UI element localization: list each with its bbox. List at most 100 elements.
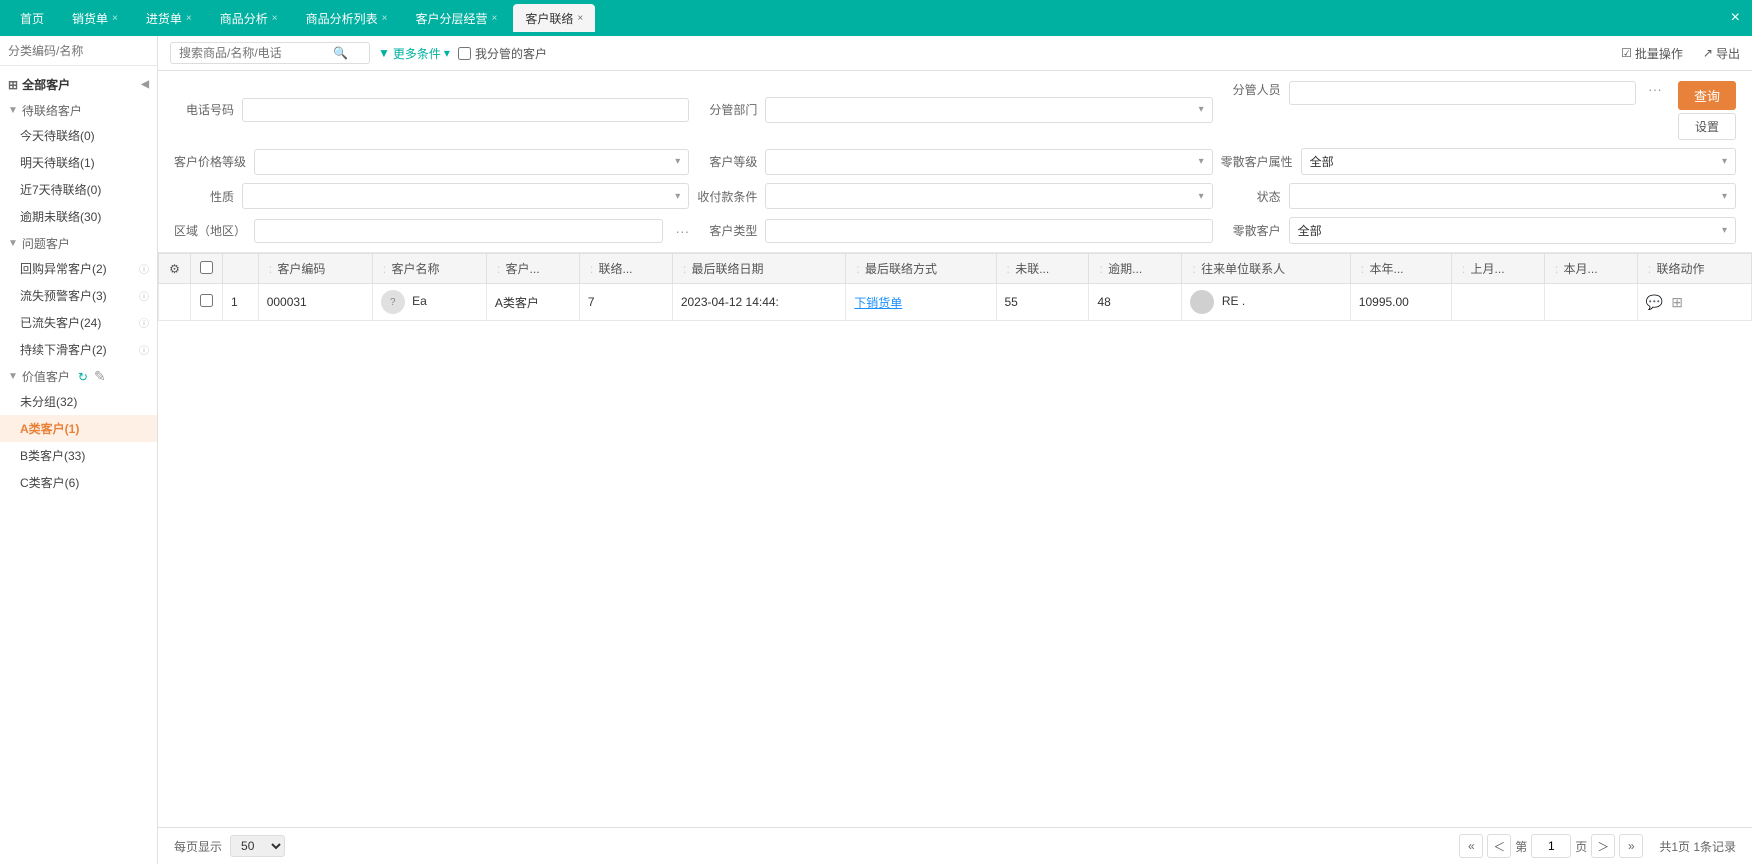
tab-goods-list-close[interactable]: × (382, 13, 388, 24)
select-retail-attr[interactable]: 全部 ▾ (1301, 148, 1736, 175)
tab-sales-close[interactable]: × (112, 13, 118, 24)
th-last-contact-date[interactable]: : 最后联络日期 (672, 254, 845, 284)
label-price-level: 客户价格等级 (174, 153, 246, 170)
info-icon-3[interactable]: ⓘ (139, 315, 149, 330)
th-type[interactable]: : 客户... (486, 254, 579, 284)
more-conditions-button[interactable]: ▼ 更多条件 ▾ (378, 45, 450, 62)
per-page-select[interactable]: 50 20 100 (230, 835, 285, 857)
query-button[interactable]: 查询 (1678, 81, 1736, 110)
info-icon-2[interactable]: ⓘ (139, 288, 149, 303)
export-button[interactable]: ↗ 导出 (1703, 45, 1740, 62)
sidebar-item-ungrouped-label: 未分组(32) (20, 393, 77, 410)
last-page-button[interactable]: » (1619, 834, 1643, 858)
page-input[interactable] (1531, 834, 1571, 858)
group-problem-customers[interactable]: ▼ 问题客户 (0, 230, 157, 255)
filter-row-1-col-1: 电话号码 (174, 79, 689, 140)
th-contact-action[interactable]: : 联络动作 (1637, 254, 1751, 284)
input-person[interactable] (1289, 81, 1636, 105)
filter-search-input[interactable] (179, 46, 329, 60)
th-last-contact-method[interactable]: : 最后联络方式 (846, 254, 996, 284)
filter-search-icon[interactable]: 🔍 (333, 46, 348, 60)
close-all-button[interactable]: × (1727, 5, 1744, 31)
table-header-row: ⚙ : 客户编码 : 客户名称 : 客户... : 联络... : 最后联络日期… (159, 254, 1752, 284)
select-customer-level[interactable]: ▾ (765, 149, 1212, 175)
td-checkbox[interactable] (191, 284, 223, 321)
filter-row-3-col-2: 收付款条件 ▾ (697, 183, 1212, 209)
all-customers-header[interactable]: ⊞ 全部客户 ◀ (0, 70, 157, 97)
select-price-level[interactable]: ▾ (254, 149, 689, 175)
sidebar-item-7days-contact[interactable]: 近7天待联络(0) (0, 176, 157, 203)
sidebar-item-lost-warning[interactable]: 流失预警客户(3) ⓘ (0, 282, 157, 309)
th-code[interactable]: : 客户编码 (258, 254, 372, 284)
tab-home[interactable]: 首页 (8, 4, 56, 32)
first-page-button[interactable]: « (1459, 834, 1483, 858)
page-of-label: 页 (1575, 838, 1587, 855)
sidebar-search-input[interactable] (8, 44, 158, 58)
select-retail-customer[interactable]: 全部 ▾ (1289, 217, 1736, 244)
sidebar-item-lost-customers[interactable]: 已流失客户(24) ⓘ (0, 309, 157, 336)
th-settings[interactable]: ⚙ (159, 254, 191, 284)
td-last-method[interactable]: 下销货单 (846, 284, 996, 321)
my-customer-checkbox[interactable]: 我分管的客户 (458, 45, 547, 62)
sidebar-item-today-contact[interactable]: 今天待联络(0) (0, 122, 157, 149)
th-no-contact[interactable]: : 未联... (996, 254, 1089, 284)
grid-action-icon[interactable]: ⊞ (1671, 294, 1683, 311)
tab-purchase-close[interactable]: × (186, 13, 192, 24)
prev-page-button[interactable]: ＜ (1487, 834, 1511, 858)
select-status[interactable]: ▾ (1289, 183, 1736, 209)
tab-purchase[interactable]: 进货单 × (134, 4, 204, 32)
sidebar-item-a-class[interactable]: A类客户(1) (0, 415, 157, 442)
filter-search-box: 🔍 (170, 42, 370, 64)
info-icon-4[interactable]: ⓘ (139, 342, 149, 357)
info-icon-1[interactable]: ⓘ (139, 261, 149, 276)
tab-goods-analysis-close[interactable]: × (272, 13, 278, 24)
filter-row-4-col-1: 区域（地区） ··· (174, 217, 689, 244)
sidebar-item-repurchase-abnormal[interactable]: 回购异常客户(2) ⓘ (0, 255, 157, 282)
group-pending-contact[interactable]: ▼ 待联络客户 (0, 97, 157, 122)
tab-customer-contact-close[interactable]: × (577, 13, 583, 24)
tab-customer-contact[interactable]: 客户联络 × (513, 4, 595, 32)
last-method-link[interactable]: 下销货单 (854, 296, 902, 310)
tab-customer-tier-close[interactable]: × (491, 13, 497, 24)
th-unit-contact[interactable]: : 往来单位联系人 (1182, 254, 1350, 284)
th-contact[interactable]: : 联络... (579, 254, 672, 284)
tab-sales[interactable]: 销货单 × (60, 4, 130, 32)
select-all-checkbox[interactable] (200, 261, 213, 274)
edit-icon[interactable]: ✎ (94, 368, 106, 385)
input-customer-type[interactable] (765, 219, 1212, 243)
tab-goods-analysis[interactable]: 商品分析 × (208, 4, 290, 32)
th-checkbox[interactable] (191, 254, 223, 284)
batch-operation-button[interactable]: ☑ 批量操作 (1621, 45, 1683, 62)
dots-person[interactable]: ··· (1648, 81, 1662, 97)
collapse-icon[interactable]: ◀ (141, 79, 149, 90)
row-checkbox[interactable] (200, 294, 213, 307)
chat-icon[interactable]: 💬 (1646, 294, 1663, 311)
th-last-month[interactable]: : 上月... (1451, 254, 1544, 284)
tab-customer-tier[interactable]: 客户分层经营 × (403, 4, 509, 32)
tab-goods-list[interactable]: 商品分析列表 × (294, 4, 400, 32)
sidebar-item-ungrouped[interactable]: 未分组(32) (0, 388, 157, 415)
sidebar-item-b-class[interactable]: B类客户(33) (0, 442, 157, 469)
settings-button[interactable]: 设置 (1678, 113, 1736, 140)
sidebar-item-overdue-contact[interactable]: 逾期未联络(30) (0, 203, 157, 230)
next-page-button[interactable]: ＞ (1591, 834, 1615, 858)
my-customer-cb-input[interactable] (458, 47, 471, 60)
select-dept[interactable]: ▾ (765, 97, 1212, 123)
top-navigation: 首页 销货单 × 进货单 × 商品分析 × 商品分析列表 × 客户分层经营 × … (0, 0, 1752, 36)
input-phone[interactable] (242, 98, 689, 122)
sidebar-item-c-class[interactable]: C类客户(6) (0, 469, 157, 496)
th-overdue[interactable]: : 逾期... (1089, 254, 1182, 284)
group-value-customers[interactable]: ▼ 价值客户 ↻ ✎ (0, 363, 157, 388)
select-payment[interactable]: ▾ (765, 183, 1212, 209)
refresh-icon[interactable]: ↻ (78, 370, 88, 384)
tab-customer-contact-label: 客户联络 (525, 10, 573, 27)
th-name[interactable]: : 客户名称 (372, 254, 486, 284)
th-this-year[interactable]: : 本年... (1350, 254, 1451, 284)
unit-contact-text: RE . (1222, 294, 1245, 308)
sidebar-item-tomorrow-contact[interactable]: 明天待联络(1) (0, 149, 157, 176)
dots-region[interactable]: ··· (675, 223, 689, 239)
select-nature[interactable]: ▾ (242, 183, 689, 209)
sidebar-item-declining[interactable]: 持续下滑客户(2) ⓘ (0, 336, 157, 363)
input-region[interactable] (254, 219, 663, 243)
th-this-month[interactable]: : 本月... (1544, 254, 1637, 284)
